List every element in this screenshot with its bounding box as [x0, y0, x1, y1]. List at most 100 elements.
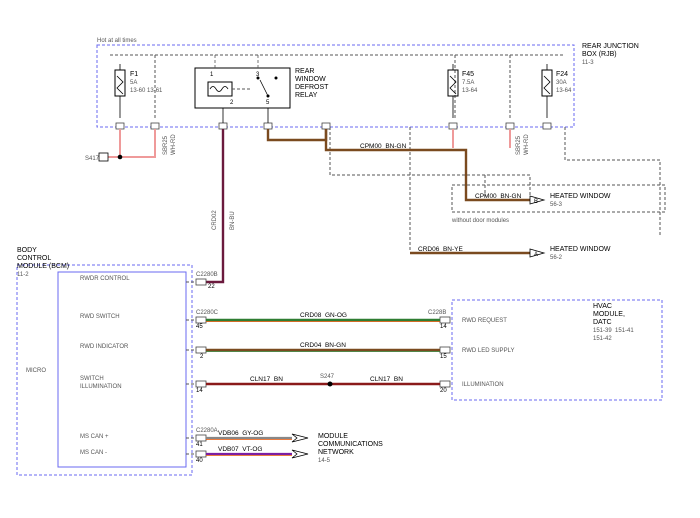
bcm-name: BODY: [17, 247, 37, 254]
svg-text:ILLUMINATION: ILLUMINATION: [462, 382, 504, 388]
wiring-diagram: REAR JUNCTION BOX (RJB) 11-3 Hot at all …: [0, 0, 700, 518]
relay-label2: WINDOW: [295, 76, 326, 83]
svg-text:SBR25: SBR25: [516, 135, 522, 155]
svg-text:56-3: 56-3: [550, 202, 563, 208]
fuse-f24: F24 30A 13-64: [542, 64, 572, 118]
svg-text:WH-RD: WH-RD: [524, 134, 530, 155]
svg-text:COMMUNICATIONS: COMMUNICATIONS: [318, 441, 383, 448]
relay-label3: DEFROST: [295, 84, 329, 91]
svg-text:VDB06 GY-OG: VDB06 GY-OG: [218, 430, 263, 437]
bcm-signals: RWDR CONTROL RWD SWITCH RWD INDICATOR SW…: [80, 276, 196, 456]
svg-text:without door modules: without door modules: [451, 218, 509, 224]
wire-cpm00-upper: CPM00 BN-GN CPM00 BN-GN: [264, 108, 530, 200]
svg-text:SBR25: SBR25: [163, 135, 169, 155]
svg-text:HEATED WINDOW: HEATED WINDOW: [550, 246, 611, 253]
svg-text:REAR JUNCTION: REAR JUNCTION: [582, 43, 639, 50]
svg-text:CRD06 BN-YE: CRD06 BN-YE: [418, 246, 463, 253]
svg-text:BOX (RJB): BOX (RJB): [582, 51, 617, 58]
relay-label4: RELAY: [295, 92, 318, 99]
svg-text:B: B: [534, 199, 538, 205]
fuse-f1: F1 5A 13-60 13-61: [115, 64, 163, 118]
bcm-ref: 11-2: [17, 272, 29, 278]
svg-text:151-39 151-41: 151-39 151-41: [593, 328, 634, 334]
svg-text:C2280C: C2280C: [196, 310, 219, 316]
fuse-f45: F45 7.5A 13-64: [448, 64, 478, 118]
relay-label1: REAR: [295, 68, 314, 75]
hvac-signals: RWD REQUEST RWD LED SUPPLY ILLUMINATION: [462, 318, 514, 388]
bcm-pins: 22 C2280B 45 C2280C 2 14 41 C2280A 40: [196, 272, 219, 464]
svg-text:5: 5: [266, 100, 270, 106]
svg-text:151-42: 151-42: [593, 336, 612, 342]
svg-text:13-60 13-61: 13-60 13-61: [130, 88, 163, 94]
rjb-ref: 11-3: [582, 60, 594, 66]
svg-text:S247: S247: [320, 374, 335, 380]
bcm-name3: MODULE (BCM): [17, 263, 69, 270]
wire-cln17: S247 CLN17 BN CLN17 BN: [206, 374, 440, 387]
relay-block: 1 2 3 5: [195, 55, 290, 108]
svg-text:ILLUMINATION: ILLUMINATION: [80, 384, 122, 390]
rjb-outer: [97, 45, 574, 127]
svg-text:20: 20: [440, 388, 447, 394]
wire-vdb06: VDB06 GY-OG: [206, 430, 308, 442]
bcm-micro: MICRO: [26, 368, 46, 374]
svg-text:40: 40: [196, 458, 203, 464]
svg-text:HEATED WINDOW: HEATED WINDOW: [550, 193, 611, 200]
svg-text:RWDR CONTROL: RWDR CONTROL: [80, 276, 130, 282]
wire-crd04: CRD04 BN-GN: [206, 342, 440, 352]
svg-text:14: 14: [440, 324, 447, 330]
svg-text:22: 22: [208, 284, 215, 290]
svg-text:F24: F24: [556, 71, 568, 78]
wire-vdb07: VDB07 VT-OG: [206, 446, 308, 458]
svg-text:A: A: [534, 252, 538, 258]
svg-text:14: 14: [196, 388, 203, 394]
mcn-label: MODULE COMMUNICATIONS NETWORK 14-5: [318, 433, 383, 464]
hot-label: Hot at all times: [97, 38, 137, 44]
svg-text:7.5A: 7.5A: [462, 80, 474, 86]
rjb-name: REAR JUNCTION: [582, 43, 639, 50]
svg-text:WH-RD: WH-RD: [171, 134, 177, 155]
svg-text:F1: F1: [130, 71, 138, 78]
svg-text:NETWORK: NETWORK: [318, 449, 354, 456]
svg-text:C2280B: C2280B: [196, 272, 218, 278]
svg-text:CRD08 GN-OG: CRD08 GN-OG: [300, 312, 347, 319]
svg-text:3: 3: [256, 72, 260, 78]
svg-text:MS CAN +: MS CAN +: [80, 434, 109, 440]
svg-text:BN-BU: BN-BU: [230, 211, 236, 230]
svg-text:CRD02: CRD02: [212, 210, 218, 230]
wire-sbr25-left: S417 SBR25 WH-RD: [85, 123, 177, 162]
svg-text:F45: F45: [462, 71, 474, 78]
svg-text:RWD REQUEST: RWD REQUEST: [462, 318, 507, 324]
svg-text:CLN17 BN: CLN17 BN: [370, 376, 403, 383]
svg-text:45: 45: [196, 324, 203, 330]
bcm-inner: [58, 272, 186, 467]
svg-text:MS CAN -: MS CAN -: [80, 450, 107, 456]
wire-crd02: CRD02 BN-BU: [206, 108, 236, 282]
hvac-name2: MODULE,: [593, 311, 625, 318]
rjb-name2: BOX (RJB): [582, 51, 617, 58]
svg-text:41: 41: [196, 442, 203, 448]
svg-text:11-3: 11-3: [582, 60, 594, 66]
hvac-name3: DATC: [593, 319, 612, 326]
svg-text:C228B: C228B: [428, 310, 446, 316]
svg-text:13-64: 13-64: [462, 88, 478, 94]
svg-text:SWITCH: SWITCH: [80, 376, 104, 382]
svg-text:RWD SWITCH: RWD SWITCH: [80, 314, 120, 320]
svg-text:MODULE: MODULE: [318, 433, 348, 440]
svg-text:CLN17 BN: CLN17 BN: [250, 376, 283, 383]
svg-text:1: 1: [210, 72, 214, 78]
svg-text:15: 15: [440, 354, 447, 360]
svg-text:5A: 5A: [130, 80, 137, 86]
svg-text:13-64: 13-64: [556, 88, 572, 94]
svg-text:CRD04 BN-GN: CRD04 BN-GN: [300, 342, 346, 349]
svg-text:2: 2: [230, 100, 234, 106]
svg-text:RWD LED SUPPLY: RWD LED SUPPLY: [462, 348, 514, 354]
bcm-name2: CONTROL: [17, 255, 51, 262]
svg-text:CPM00 BN-GN: CPM00 BN-GN: [360, 143, 407, 150]
svg-text:C2280A: C2280A: [196, 428, 218, 434]
svg-text:30A: 30A: [556, 80, 567, 86]
hvac-name: HVAC: [593, 303, 612, 310]
svg-text:S417: S417: [85, 156, 100, 162]
svg-text:CPM00 BN-GN: CPM00 BN-GN: [475, 193, 522, 200]
svg-text:56-2: 56-2: [550, 255, 563, 261]
svg-text:VDB07 VT-OG: VDB07 VT-OG: [218, 446, 262, 453]
